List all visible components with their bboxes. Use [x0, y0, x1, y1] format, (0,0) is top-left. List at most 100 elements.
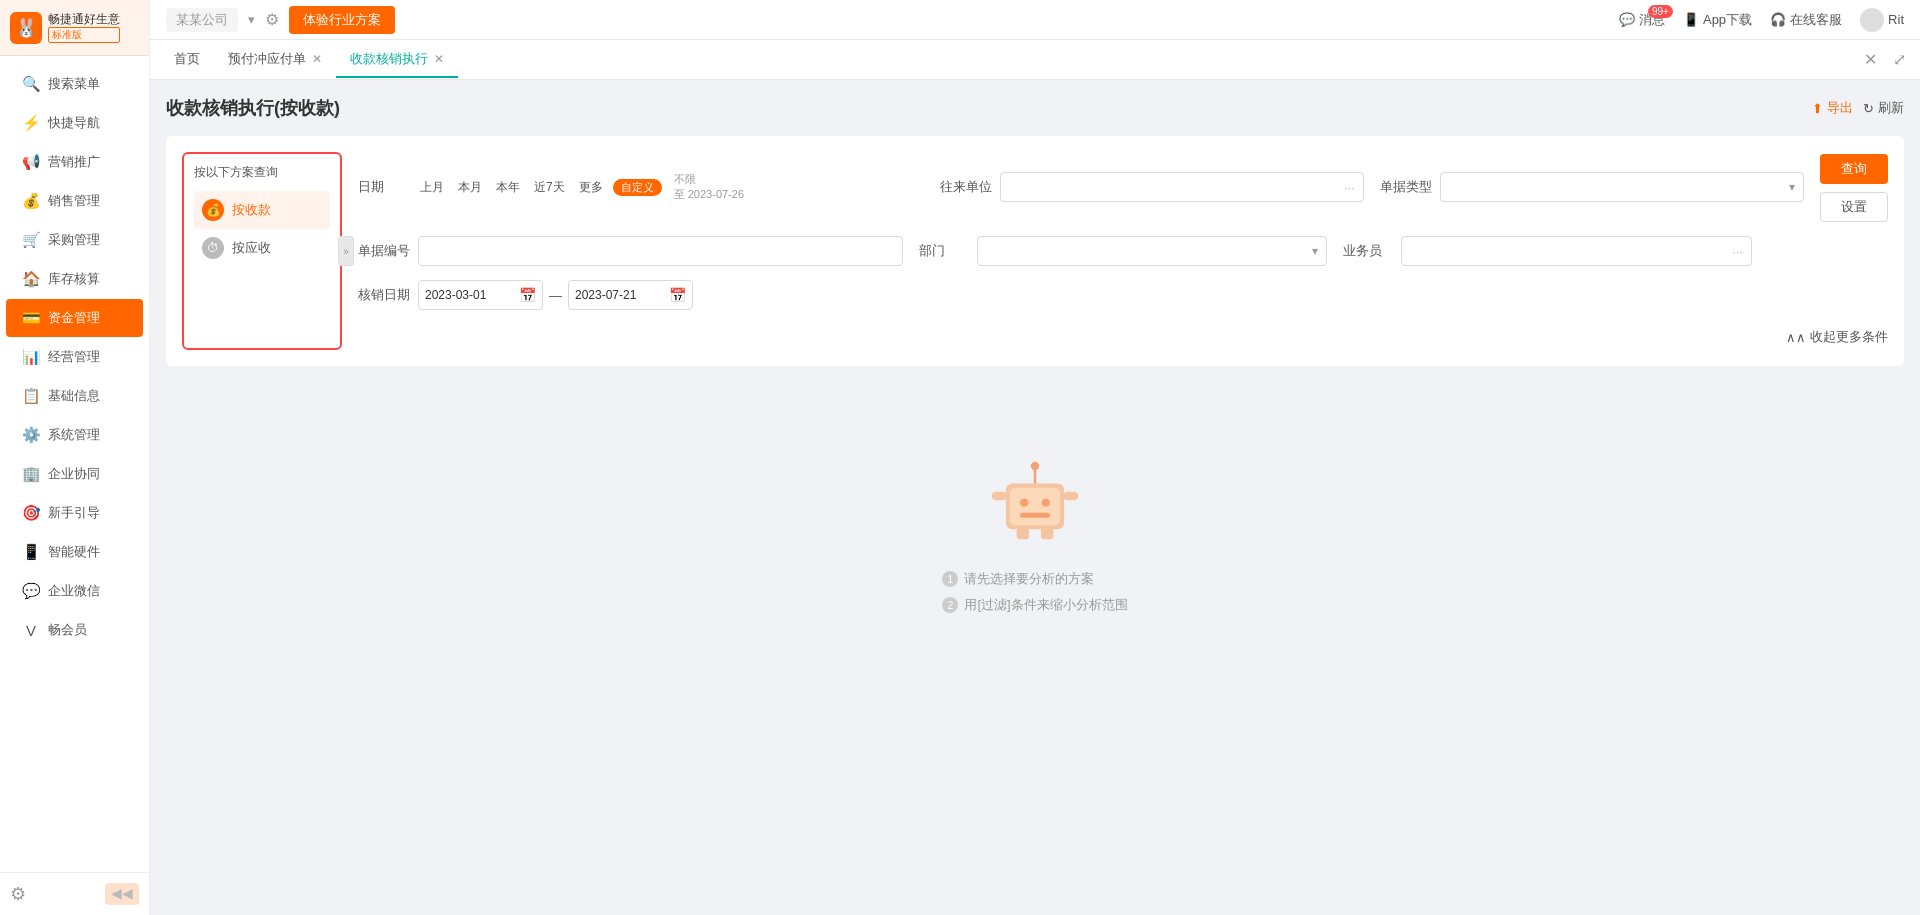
sidebar-item-marketing[interactable]: 📢 营销推广 [6, 143, 143, 181]
page-content: 收款核销执行(按收款) ⬆ 导出 ↻ 刷新 按以下方案查询 💰 按收款 [150, 80, 1920, 915]
filter-collapse-button[interactable]: » [338, 236, 354, 266]
dept-field: 部门 ▾ [919, 236, 1328, 266]
sidebar-item-search-menu[interactable]: 🔍 搜索菜单 [6, 65, 143, 103]
top-header: 某某公司 ▾ ⚙ 体验行业方案 💬 消息 99+ 📱 App下载 🎧 在线客服 … [150, 0, 1920, 40]
collapse-more-label: 收起更多条件 [1810, 328, 1888, 346]
filter-option-by-receipt[interactable]: 💰 按收款 [194, 191, 330, 229]
date-label: 日期 [358, 178, 408, 196]
bill-type-select[interactable]: ▾ [1440, 172, 1804, 202]
sidebar-item-sales[interactable]: 💰 销售管理 [6, 182, 143, 220]
verify-date-end-wrapper[interactable]: 📅 [568, 280, 693, 310]
date-custom-badge[interactable]: 自定义 [613, 179, 662, 196]
user-name: Rit [1888, 12, 1904, 27]
date-last-month[interactable]: 上月 [416, 177, 448, 198]
sidebar-item-system[interactable]: ⚙️ 系统管理 [6, 416, 143, 454]
collapse-more-icon: ∧∧ [1786, 330, 1806, 345]
collapse-more-button[interactable]: ∧∧ 收起更多条件 [1786, 328, 1888, 346]
verify-date-start-calendar[interactable]: 📅 [519, 287, 536, 303]
refresh-button[interactable]: ↻ 刷新 [1863, 99, 1904, 117]
sidebar-item-quick-nav[interactable]: ⚡ 快捷导航 [6, 104, 143, 142]
date-more[interactable]: 更多 [575, 177, 607, 198]
purchase-label: 采购管理 [48, 231, 100, 249]
expand-tab-button[interactable]: ⤢ [1889, 46, 1910, 73]
verify-date-label: 核销日期 [358, 286, 410, 304]
filter-actions: 查询 设置 [1820, 152, 1888, 222]
counterparty-label: 往来单位 [940, 178, 992, 196]
close-tab-button[interactable]: ✕ [1860, 46, 1881, 73]
svg-point-3 [1042, 499, 1050, 507]
dept-label: 部门 [919, 242, 969, 260]
header-dropdown-icon[interactable]: ▾ [248, 12, 255, 27]
system-label: 系统管理 [48, 426, 100, 444]
wechat-icon: 💬 [22, 582, 40, 600]
solution-button[interactable]: 体验行业方案 [289, 6, 395, 34]
by-receipt-label: 按收款 [232, 201, 271, 219]
bill-no-field: 单据编号 [358, 236, 903, 266]
dept-select[interactable]: ▾ [977, 236, 1328, 266]
wechat-label: 企业微信 [48, 582, 100, 600]
sidebar: 🐰 畅捷通好生意 标准版 🔍 搜索菜单 ⚡ 快捷导航 📢 营销推广 💰 销售管理… [0, 0, 150, 915]
sidebar-item-smart-hw[interactable]: 📱 智能硬件 [6, 533, 143, 571]
date-this-year[interactable]: 本年 [492, 177, 524, 198]
prepay-tab-close[interactable]: ✕ [312, 52, 322, 66]
empty-hint-2: 用[过滤]条件来缩小分析范围 [942, 592, 1127, 618]
header-gear-icon[interactable]: ⚙ [265, 10, 279, 29]
sidebar-item-finance[interactable]: 💳 资金管理 [6, 299, 143, 337]
app-download-button[interactable]: 📱 App下载 [1683, 11, 1752, 29]
verify-date-end-calendar[interactable]: 📅 [669, 287, 686, 303]
page-header: 收款核销执行(按收款) ⬆ 导出 ↻ 刷新 [166, 96, 1904, 120]
verify-date-start[interactable] [425, 288, 515, 302]
tab-home[interactable]: 首页 [160, 42, 214, 78]
message-button[interactable]: 💬 消息 99+ [1619, 11, 1665, 29]
search-menu-label: 搜索菜单 [48, 75, 100, 93]
settings-button[interactable]: 设置 [1820, 192, 1888, 222]
verify-date-end[interactable] [575, 288, 665, 302]
sidebar-logo: 🐰 畅捷通好生意 标准版 [0, 0, 149, 56]
prepay-tab-label: 预付冲应付单 [228, 50, 306, 68]
sidebar-item-enterprise[interactable]: 🏢 企业协同 [6, 455, 143, 493]
verify-date-start-wrapper[interactable]: 📅 [418, 280, 543, 310]
verify-date-range: 📅 — 📅 [418, 280, 693, 310]
date-this-month[interactable]: 本月 [454, 177, 486, 198]
sidebar-item-wechat[interactable]: 💬 企业微信 [6, 572, 143, 610]
logo-badge: 标准版 [48, 27, 120, 43]
counterparty-selector[interactable]: ··· [1000, 172, 1364, 202]
logo-icon: 🐰 [10, 12, 42, 44]
dept-chevron: ▾ [1312, 244, 1318, 258]
home-label: 首页 [174, 50, 200, 68]
export-button[interactable]: ⬆ 导出 [1812, 99, 1853, 117]
message-badge: 99+ [1648, 5, 1673, 18]
filter-option-by-receivable[interactable]: ⏱ 按应收 [194, 229, 330, 267]
service-label: 在线客服 [1790, 11, 1842, 29]
tab-receipt-offset[interactable]: 收款核销执行 ✕ [336, 42, 458, 78]
user-profile[interactable]: Rit [1860, 8, 1904, 32]
query-button[interactable]: 查询 [1820, 154, 1888, 184]
collapse-sidebar-icon[interactable]: ◀◀ [105, 883, 139, 905]
bill-no-label: 单据编号 [358, 242, 410, 260]
online-service-button[interactable]: 🎧 在线客服 [1770, 11, 1842, 29]
sidebar-item-beginner[interactable]: 🎯 新手引导 [6, 494, 143, 532]
sidebar-item-inventory[interactable]: 🏠 库存核算 [6, 260, 143, 298]
system-icon: ⚙️ [22, 426, 40, 444]
sidebar-item-purchase[interactable]: 🛒 采购管理 [6, 221, 143, 259]
header-right: 💬 消息 99+ 📱 App下载 🎧 在线客服 Rit [1619, 8, 1904, 32]
filter-row-3: 核销日期 📅 — 📅 [358, 280, 1888, 310]
empty-illustration [985, 446, 1085, 546]
sidebar-item-basic-info[interactable]: 📋 基础信息 [6, 377, 143, 415]
beginner-icon: 🎯 [22, 504, 40, 522]
bill-no-input[interactable] [418, 236, 903, 266]
member-icon: V [22, 621, 40, 639]
refresh-label: 刷新 [1878, 99, 1904, 117]
basic-info-label: 基础信息 [48, 387, 100, 405]
receipt-tab-close[interactable]: ✕ [434, 52, 444, 66]
date-7days[interactable]: 近7天 [530, 177, 569, 198]
beginner-label: 新手引导 [48, 504, 100, 522]
sidebar-item-member[interactable]: V 畅会员 [6, 611, 143, 649]
sidebar-item-operations[interactable]: 📊 经营管理 [6, 338, 143, 376]
finance-label: 资金管理 [48, 309, 100, 327]
tab-prepay-offset[interactable]: 预付冲应付单 ✕ [214, 42, 336, 78]
message-icon: 💬 [1619, 12, 1635, 27]
settings-bottom-icon[interactable]: ⚙ [10, 883, 26, 905]
staff-selector[interactable]: ··· [1401, 236, 1752, 266]
by-receipt-icon: 💰 [202, 199, 224, 221]
